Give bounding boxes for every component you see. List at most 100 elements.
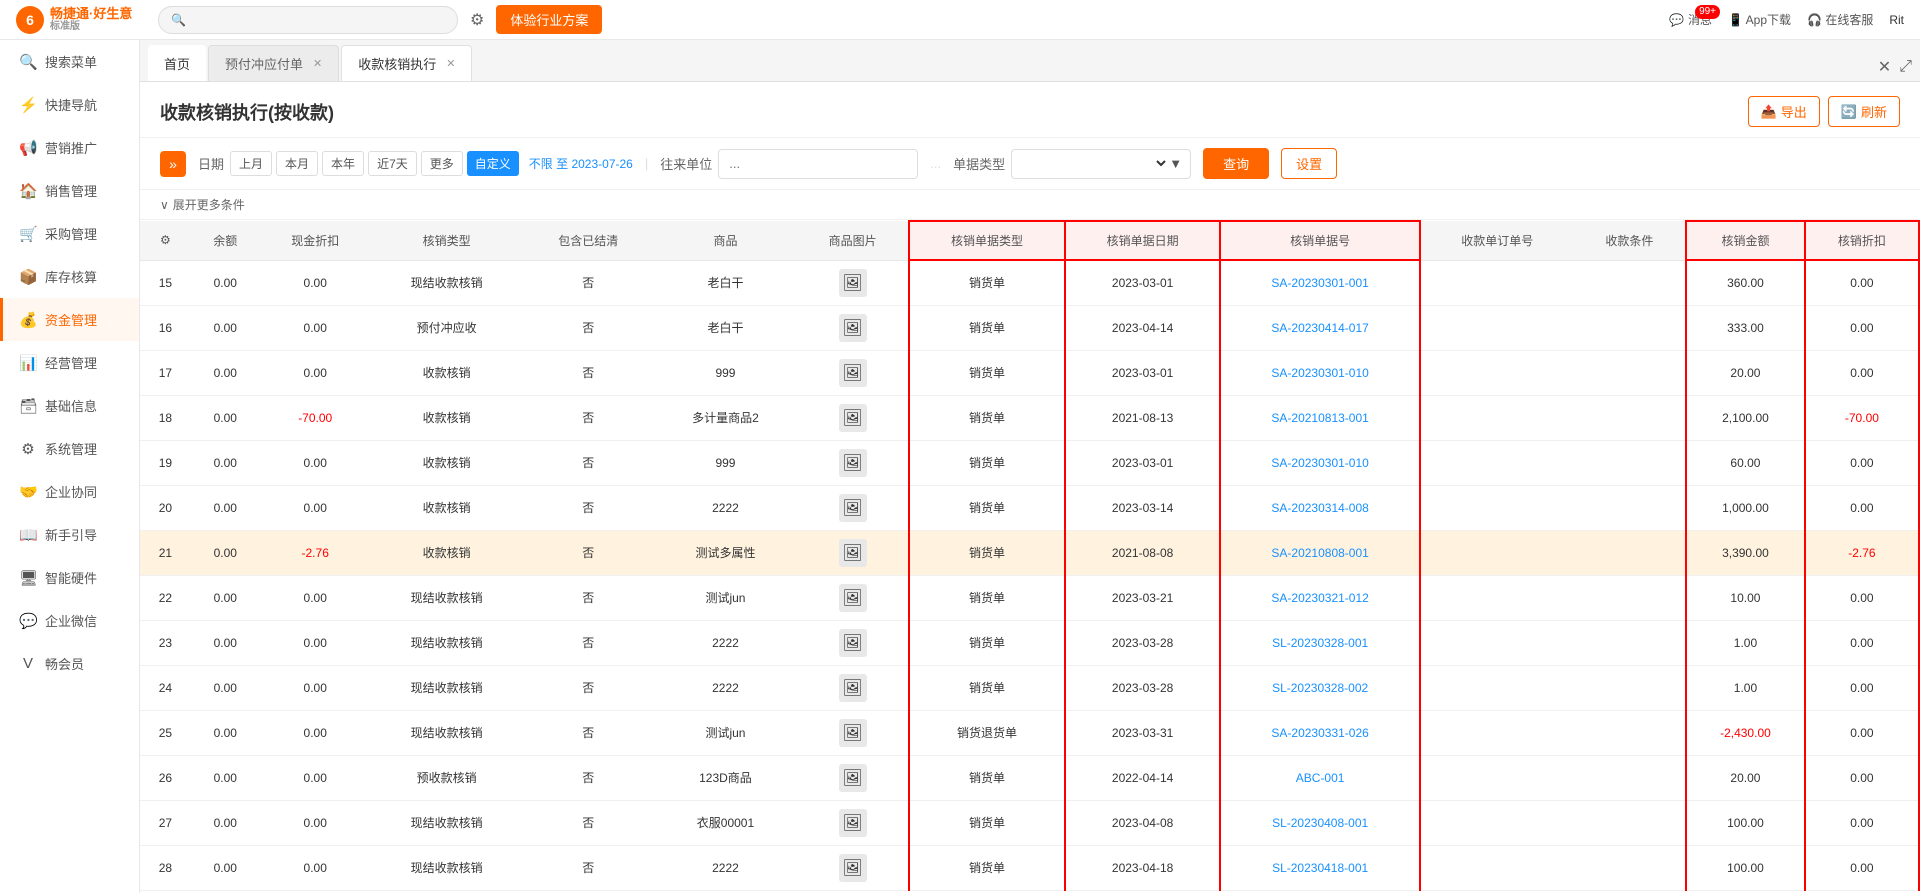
sidebar-item-marketing[interactable]: 📢营销推广 (0, 126, 139, 169)
chevron-down-icon: ∨ (160, 198, 169, 212)
tab-writeoff[interactable]: 收款核销执行 ✕ (341, 45, 472, 81)
tab-close-all-button[interactable]: ✕ (1878, 57, 1891, 77)
app-download-link[interactable]: 📱 App下载 (1728, 11, 1791, 28)
date-custom-button[interactable]: 自定义 (467, 151, 519, 176)
cell-receipt-condition (1574, 800, 1686, 845)
cell-balance: 0.00 (191, 305, 260, 350)
cell-receipt-order-no (1420, 845, 1574, 890)
sidebar-label-basic: 基础信息 (45, 396, 97, 415)
date-more[interactable]: 更多 (421, 151, 463, 176)
voucher-type-select-wrapper[interactable]: ▼ (1011, 149, 1191, 179)
sidebar-item-sales[interactable]: 🏠销售管理 (0, 169, 139, 212)
sidebar-item-inventory[interactable]: 📦库存核算 (0, 255, 139, 298)
setting-button[interactable]: 设置 (1281, 148, 1337, 179)
main-layout: 🔍搜索菜单⚡快捷导航📢营销推广🏠销售管理🛒采购管理📦库存核算💰资金管理📊经营管理… (0, 40, 1920, 893)
voucher-type-select[interactable] (1020, 155, 1169, 172)
tab-home[interactable]: 首页 (148, 45, 206, 81)
sidebar-item-quick[interactable]: ⚡快捷导航 (0, 83, 139, 126)
sidebar-item-guide[interactable]: 📖新手引导 (0, 513, 139, 556)
cell-balance: 0.00 (191, 665, 260, 710)
inventory-icon: 📦 (19, 268, 37, 286)
cell-writeoff-type: 现结收款核销 (371, 260, 523, 305)
sidebar-item-finance[interactable]: 💰资金管理 (0, 298, 139, 341)
expand-more-bar[interactable]: ∨ 展开更多条件 (140, 190, 1920, 220)
cell-goods: 2222 (654, 845, 797, 890)
cell-include-settled: 否 (523, 485, 654, 530)
cell-receipt-order-no (1420, 800, 1574, 845)
sidebar-item-search[interactable]: 🔍搜索菜单 (0, 40, 139, 83)
tab-writeoff-close[interactable]: ✕ (446, 57, 455, 70)
sidebar-item-operation[interactable]: 📊经营管理 (0, 341, 139, 384)
cell-receipt-condition (1574, 665, 1686, 710)
industry-solution-button[interactable]: 体验行业方案 (496, 5, 602, 34)
cell-writeoff-no[interactable]: ABC-001 (1220, 755, 1419, 800)
settings-gear-button[interactable]: ⚙ (470, 10, 484, 30)
table-row: 19 0.00 0.00 收款核销 否 999 🖼 销货单 2023-03-01… (140, 440, 1919, 485)
sidebar-label-guide: 新手引导 (45, 525, 97, 544)
cell-writeoff-type: 现结收款核销 (371, 845, 523, 890)
sidebar-item-basic[interactable]: 🗃基础信息 (0, 384, 139, 427)
cell-balance: 0.00 (191, 575, 260, 620)
date-7days[interactable]: 近7天 (368, 151, 417, 176)
cell-writeoff-no[interactable]: SL-20230408-001 (1220, 800, 1419, 845)
cell-writeoff-type: 现结收款核销 (371, 575, 523, 620)
online-service-link[interactable]: 🎧 在线客服 (1807, 11, 1873, 28)
cell-writeoff-no[interactable]: SA-20210808-001 (1220, 530, 1419, 575)
cell-cash-discount: 0.00 (260, 845, 371, 890)
cell-goods: 老白干 (654, 260, 797, 305)
cell-no: 15 (140, 260, 191, 305)
cell-writeoff-no[interactable]: SA-20230321-012 (1220, 575, 1419, 620)
sidebar-item-system[interactable]: ⚙系统管理 (0, 427, 139, 470)
cell-writeoff-no[interactable]: SA-20230414-017 (1220, 305, 1419, 350)
cell-writeoff-discount: 0.00 (1805, 440, 1919, 485)
cell-writeoff-date: 2023-03-31 (1065, 710, 1221, 755)
cell-writeoff-no[interactable]: SA-20210813-001 (1220, 395, 1419, 440)
th-settings[interactable]: ⚙ (140, 221, 191, 260)
cell-writeoff-discount: 0.00 (1805, 350, 1919, 395)
sidebar-item-purchase[interactable]: 🛒采购管理 (0, 212, 139, 255)
cell-writeoff-amount: 3,390.00 (1686, 530, 1805, 575)
date-last-month[interactable]: 上月 (230, 151, 272, 176)
export-button[interactable]: 📤 导出 (1748, 96, 1820, 127)
cell-cash-discount: 0.00 (260, 575, 371, 620)
sidebar-label-purchase: 采购管理 (45, 224, 97, 243)
filter-sep2: ... (930, 156, 941, 171)
cell-writeoff-no[interactable]: SL-20230328-002 (1220, 665, 1419, 710)
sidebar-item-collab[interactable]: 🤝企业协同 (0, 470, 139, 513)
cell-no: 16 (140, 305, 191, 350)
cell-writeoff-no[interactable]: SA-20230301-010 (1220, 350, 1419, 395)
sidebar-item-member[interactable]: V畅会员 (0, 642, 139, 685)
refresh-icon: 🔄 (1841, 104, 1857, 120)
cell-writeoff-type: 现结收款核销 (371, 710, 523, 755)
cell-include-settled: 否 (523, 305, 654, 350)
sidebar-item-wechat[interactable]: 💬企业微信 (0, 599, 139, 642)
filter-toggle-button[interactable]: » (160, 151, 186, 177)
date-range-display: 不限 至 2023-07-26 (529, 155, 633, 172)
cell-writeoff-no[interactable]: SL-20230418-001 (1220, 845, 1419, 890)
tab-prepaid-close[interactable]: ✕ (313, 57, 322, 70)
query-button[interactable]: 查询 (1203, 148, 1269, 179)
cell-no: 22 (140, 575, 191, 620)
cell-writeoff-date: 2023-03-14 (1065, 485, 1221, 530)
refresh-button[interactable]: 🔄 刷新 (1828, 96, 1900, 127)
table-row: 24 0.00 0.00 现结收款核销 否 2222 🖼 销货单 2023-03… (140, 665, 1919, 710)
sidebar-item-hardware[interactable]: 🖥智能硬件 (0, 556, 139, 599)
date-this-month[interactable]: 本月 (276, 151, 318, 176)
partner-input[interactable] (718, 149, 918, 179)
cell-writeoff-no[interactable]: SL-20230328-001 (1220, 620, 1419, 665)
cell-writeoff-date: 2023-03-01 (1065, 440, 1221, 485)
cell-writeoff-no[interactable]: SA-20230314-008 (1220, 485, 1419, 530)
tab-expand-button[interactable]: ⤢ (1899, 58, 1912, 76)
cell-writeoff-no[interactable]: SA-20230301-001 (1220, 260, 1419, 305)
cell-writeoff-voucher-type: 销货单 (909, 485, 1065, 530)
cell-include-settled: 否 (523, 800, 654, 845)
message-button[interactable]: 💬 消息 99+ (1669, 11, 1712, 28)
user-name[interactable]: Rit (1889, 13, 1904, 27)
cell-writeoff-no[interactable]: SA-20230301-010 (1220, 440, 1419, 485)
th-writeoff-discount: 核销折扣 (1805, 221, 1919, 260)
cell-writeoff-no[interactable]: SA-20230331-026 (1220, 710, 1419, 755)
date-this-year[interactable]: 本年 (322, 151, 364, 176)
search-box[interactable]: 🔍 (158, 6, 458, 34)
tab-prepaid[interactable]: 预付冲应付单 ✕ (208, 45, 339, 81)
cell-no: 18 (140, 395, 191, 440)
